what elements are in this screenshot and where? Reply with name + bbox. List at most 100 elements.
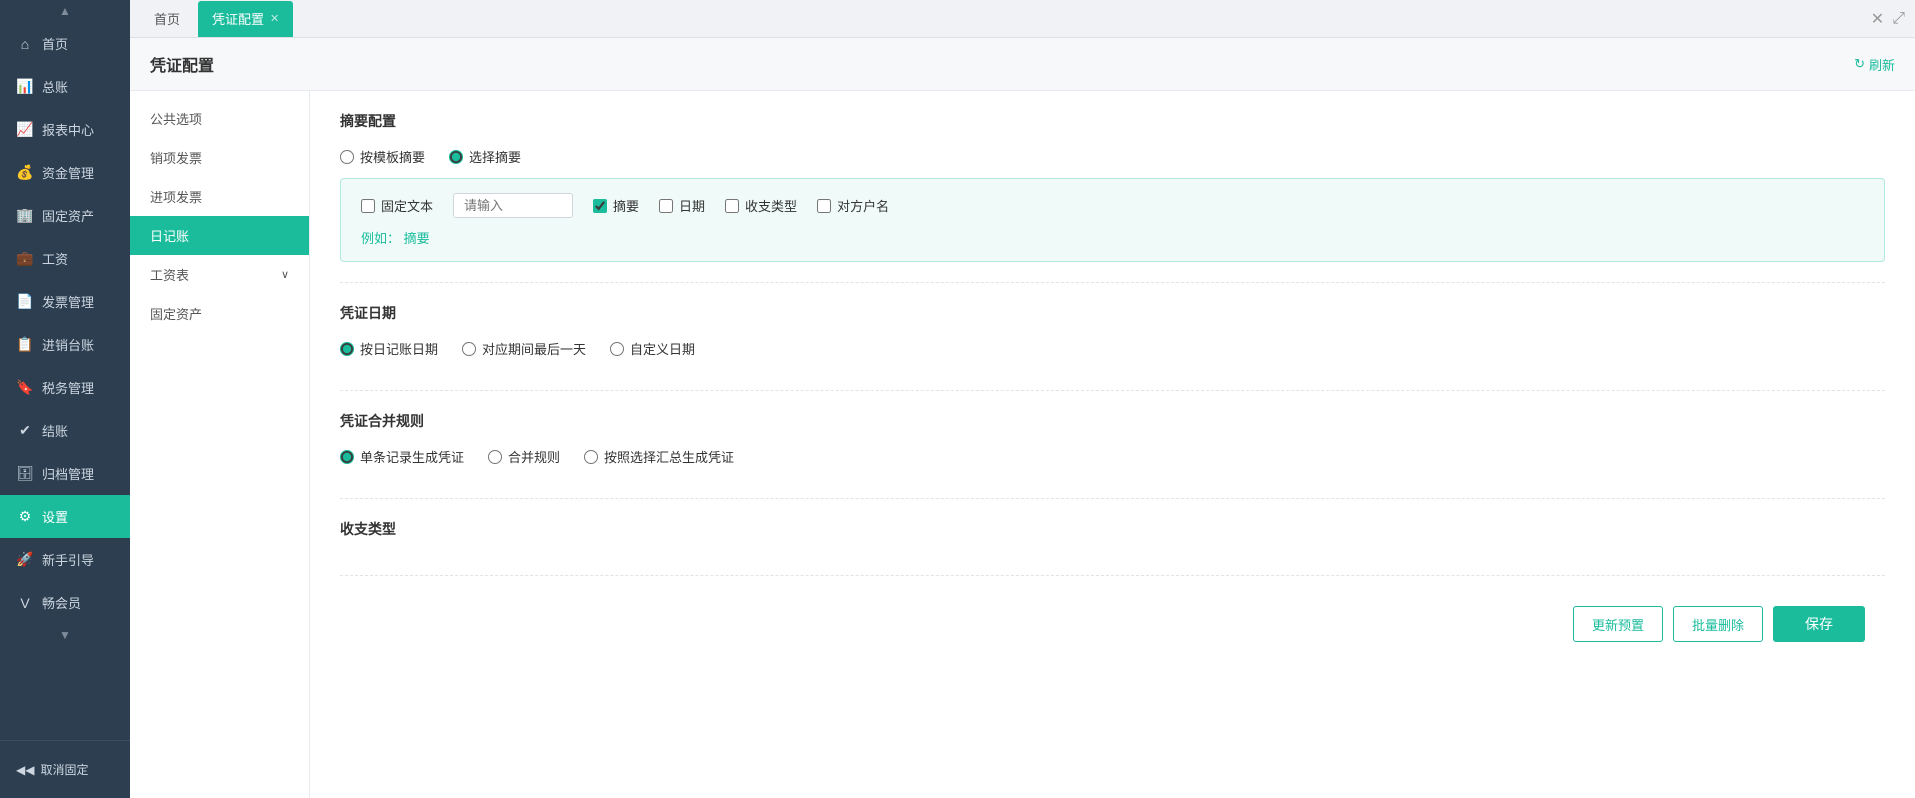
funds-icon: 💰 (16, 164, 34, 181)
radio-last-period-day[interactable]: 对应期间最后一天 (462, 339, 586, 358)
sidebar-item-home[interactable]: ⌂ 首页 (0, 22, 130, 65)
payroll-icon: 💼 (16, 250, 34, 267)
radio-by-journal-date[interactable]: 按日记账日期 (340, 339, 438, 358)
assets-icon: 🏢 (16, 207, 34, 224)
radio-merge-rule[interactable]: 合并规则 (488, 447, 560, 466)
radio-template-mode[interactable]: 按模板摘要 (340, 147, 425, 166)
nav-journal[interactable]: 日记账 (130, 216, 309, 255)
pin-icon: ◀◀ (16, 763, 34, 777)
settlement-icon: ✔ (16, 422, 34, 439)
radio-select-summary-input[interactable] (584, 450, 598, 464)
sidebar-item-settings[interactable]: ⚙ 设置 (0, 495, 130, 538)
nav-fixed-assets[interactable]: 固定资产 (130, 294, 309, 333)
refresh-button[interactable]: ↻ 刷新 (1854, 55, 1895, 74)
left-nav: 公共选项 销项发票 进项发票 日记账 工资表 ∨ 固定资产 (130, 91, 310, 798)
sidebar-scroll-down[interactable]: ▼ (0, 624, 130, 646)
nav-sales-invoice[interactable]: 销项发票 (130, 138, 309, 177)
sidebar-item-payroll[interactable]: 💼 工资 (0, 237, 130, 280)
tab-voucher-config[interactable]: 凭证配置 ✕ (198, 1, 293, 37)
sidebar-item-funds[interactable]: 💰 资金管理 (0, 151, 130, 194)
radio-custom-date-input[interactable] (610, 342, 624, 356)
checkbox-date[interactable]: 日期 (659, 196, 705, 215)
sidebar-item-ledger[interactable]: 📊 总账 (0, 65, 130, 108)
sidebar-item-invoice-mgmt[interactable]: 📄 发票管理 (0, 280, 130, 323)
radio-select-mode[interactable]: 选择摘要 (449, 147, 521, 166)
nav-purchase-invoice[interactable]: 进项发票 (130, 177, 309, 216)
sidebar-item-tax[interactable]: 🔖 税务管理 (0, 366, 130, 409)
radio-select-input[interactable] (449, 150, 463, 164)
window-close-icon[interactable]: ✕ (1871, 9, 1884, 29)
checkbox-fixed-text[interactable]: 固定文本 (361, 196, 433, 215)
voucher-date-radio-group: 按日记账日期 对应期间最后一天 自定义日期 (340, 339, 1885, 358)
sidebar-item-assets[interactable]: 🏢 固定资产 (0, 194, 130, 237)
checkbox-counterparty[interactable]: 对方户名 (817, 196, 889, 215)
sidebar-scroll-up[interactable]: ▲ (0, 0, 130, 22)
summary-options-box: 固定文本 摘要 日期 (340, 178, 1885, 262)
radio-merge-rule-input[interactable] (488, 450, 502, 464)
checkbox-summary-input[interactable] (593, 199, 607, 213)
sidebar-item-archive[interactable]: 🗄 归档管理 (0, 452, 130, 495)
sidebar-bottom: ◀◀ 取消固定 (0, 740, 130, 798)
checkbox-date-input[interactable] (659, 199, 673, 213)
checkbox-fixed-text-input[interactable] (361, 199, 375, 213)
checkbox-summary[interactable]: 摘要 (593, 196, 639, 215)
page-header: 凭证配置 ↻ 刷新 (130, 38, 1915, 91)
right-content: 摘要配置 按模板摘要 选择摘要 (310, 91, 1915, 798)
settings-icon: ⚙ (16, 508, 34, 525)
ledger-icon: 📊 (16, 78, 34, 95)
content-area: 凭证配置 ↻ 刷新 公共选项 销项发票 进项发票 日记账 (130, 38, 1915, 798)
main-area: 首页 凭证配置 ✕ ✕ ⤢ 凭证配置 ↻ 刷新 公共选项 (130, 0, 1915, 798)
voucher-date-section: 凭证日期 按日记账日期 对应期间最后一天 自定义日期 (340, 303, 1885, 391)
checkbox-income-type[interactable]: 收支类型 (725, 196, 797, 215)
guide-icon: 🚀 (16, 551, 34, 568)
chevron-down-icon: ∨ (281, 268, 289, 281)
sidebar-item-guide[interactable]: 🚀 新手引导 (0, 538, 130, 581)
update-preview-button[interactable]: 更新预置 (1573, 606, 1663, 642)
sidebar-item-settlement[interactable]: ✔ 结账 (0, 409, 130, 452)
nav-payroll-table[interactable]: 工资表 ∨ (130, 255, 309, 294)
radio-journal-date-input[interactable] (340, 342, 354, 356)
summary-checkboxes: 固定文本 摘要 日期 (361, 193, 1864, 218)
summary-radio-group: 按模板摘要 选择摘要 (340, 147, 1885, 166)
income-type-title: 收支类型 (340, 519, 1885, 539)
action-bar: 更新预置 批量删除 保存 (340, 596, 1885, 652)
fixed-text-input[interactable] (453, 193, 573, 218)
sidebar-item-purchase-sales[interactable]: 📋 进销台账 (0, 323, 130, 366)
income-type-section: 收支类型 (340, 519, 1885, 576)
save-button[interactable]: 保存 (1773, 606, 1865, 642)
sidebar-item-reports[interactable]: 📈 报表中心 (0, 108, 130, 151)
invoice-mgmt-icon: 📄 (16, 293, 34, 310)
sidebar-item-member[interactable]: V 畅会员 (0, 581, 130, 624)
window-expand-icon[interactable]: ⤢ (1892, 10, 1905, 28)
tab-bar: 首页 凭证配置 ✕ ✕ ⤢ (130, 0, 1915, 38)
checkbox-counterparty-input[interactable] (817, 199, 831, 213)
summary-config-section: 摘要配置 按模板摘要 选择摘要 (340, 111, 1885, 283)
voucher-date-title: 凭证日期 (340, 303, 1885, 323)
radio-custom-date[interactable]: 自定义日期 (610, 339, 695, 358)
radio-single-record-input[interactable] (340, 450, 354, 464)
radio-template-input[interactable] (340, 150, 354, 164)
radio-select-summary[interactable]: 按照选择汇总生成凭证 (584, 447, 734, 466)
merge-rules-title: 凭证合并规则 (340, 411, 1885, 431)
purchase-sales-icon: 📋 (16, 336, 34, 353)
example-text: 例如： 摘要 (361, 228, 1864, 247)
page-title: 凭证配置 (150, 52, 214, 76)
tab-close-icon[interactable]: ✕ (270, 12, 279, 25)
home-icon: ⌂ (16, 36, 34, 52)
merge-rules-radio-group: 单条记录生成凭证 合并规则 按照选择汇总生成凭证 (340, 447, 1885, 466)
nav-public-options[interactable]: 公共选项 (130, 99, 309, 138)
member-icon: V (16, 595, 34, 611)
batch-delete-button[interactable]: 批量删除 (1673, 606, 1763, 642)
pin-button[interactable]: ◀◀ 取消固定 (0, 751, 130, 788)
checkbox-income-type-input[interactable] (725, 199, 739, 213)
merge-rules-section: 凭证合并规则 单条记录生成凭证 合并规则 按照选择汇总生成凭证 (340, 411, 1885, 499)
tab-home[interactable]: 首页 (140, 1, 194, 37)
sidebar: ▲ ⌂ 首页 📊 总账 📈 报表中心 💰 资金管理 🏢 固定资产 💼 工资 📄 … (0, 0, 130, 798)
radio-single-record[interactable]: 单条记录生成凭证 (340, 447, 464, 466)
window-controls: ✕ ⤢ (1871, 9, 1905, 29)
summary-config-title: 摘要配置 (340, 111, 1885, 131)
body-layout: 公共选项 销项发票 进项发票 日记账 工资表 ∨ 固定资产 (130, 91, 1915, 798)
reports-icon: 📈 (16, 121, 34, 138)
tax-icon: 🔖 (16, 379, 34, 396)
radio-last-period-input[interactable] (462, 342, 476, 356)
